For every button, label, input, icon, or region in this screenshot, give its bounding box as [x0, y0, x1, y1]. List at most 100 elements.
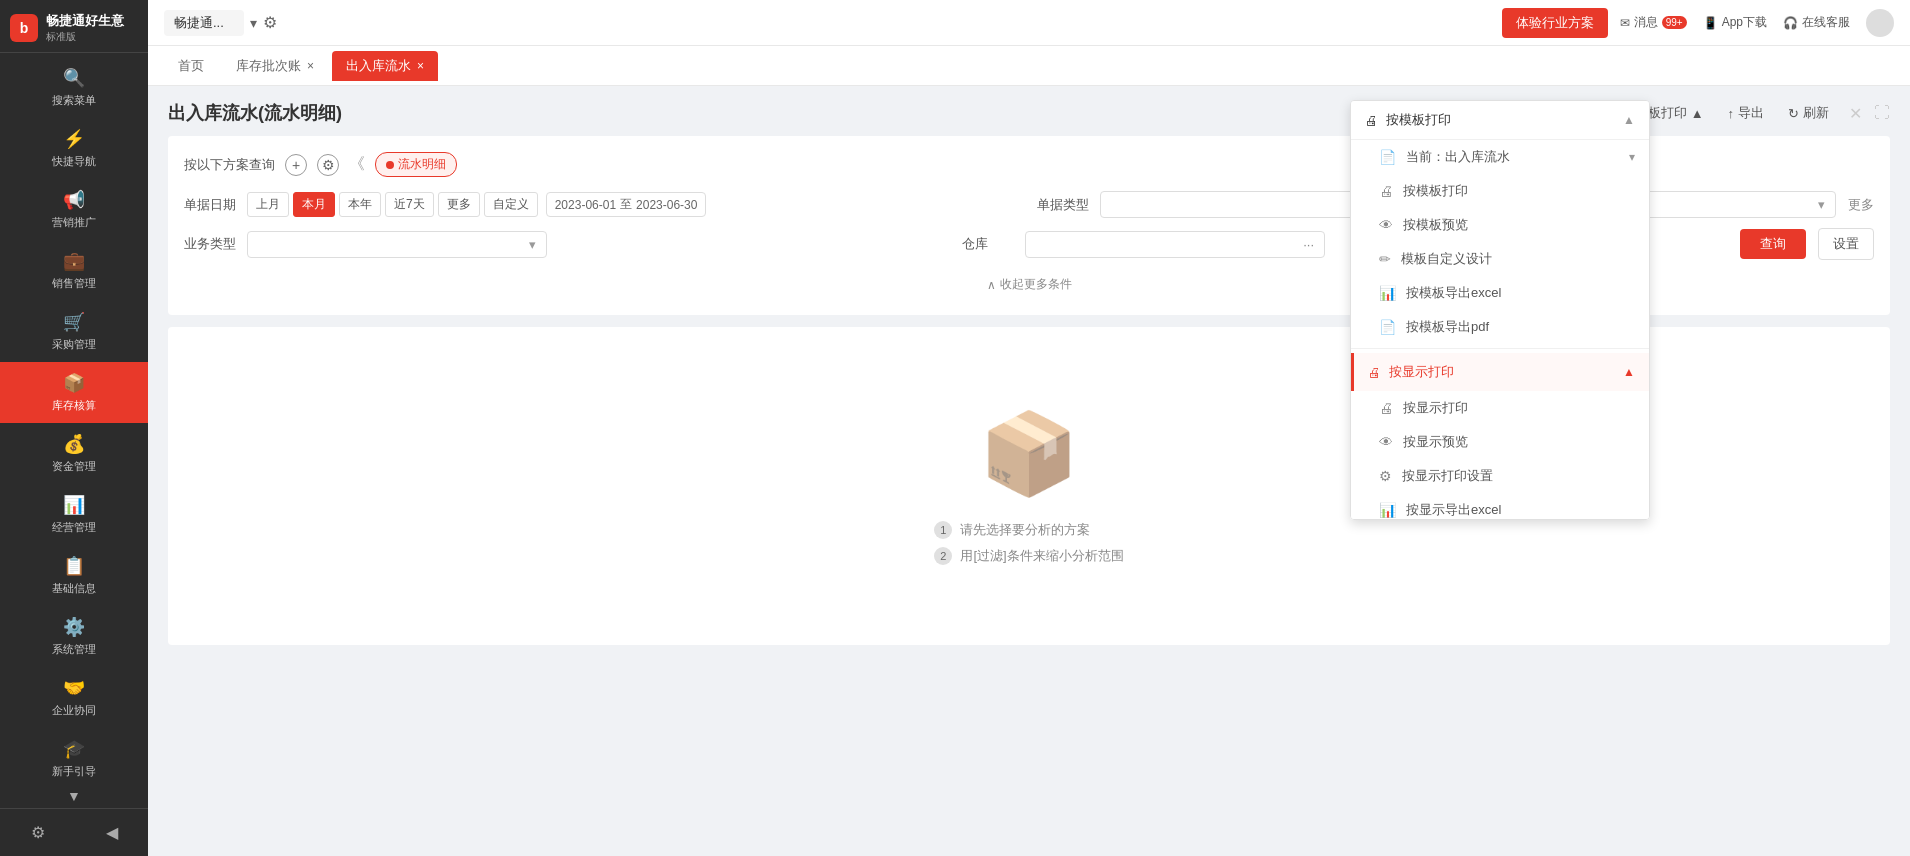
sidebar-collapse-btn[interactable]: ◀ [100, 817, 124, 848]
date-range-start: 2023-06-01 [555, 198, 616, 212]
brand-info: 畅捷通好生意 标准版 [46, 12, 124, 44]
search-collapse-btn[interactable]: 《 [349, 154, 365, 175]
display-export-excel-btn[interactable]: 📊 按显示导出excel [1351, 493, 1649, 520]
brand-sub: 标准版 [46, 30, 124, 44]
date-filter-prev-month[interactable]: 上月 [247, 192, 289, 217]
user-avatar[interactable] [1866, 9, 1894, 37]
template-print-section-header[interactable]: 🖨 按模板打印 ▲ [1351, 101, 1649, 140]
nav-icon-purchase: 🛒 [63, 311, 85, 333]
export-btn[interactable]: ↑ 导出 [1720, 100, 1773, 126]
empty-icon: 📦 [979, 407, 1079, 501]
nav-label-inventory: 库存核算 [52, 398, 96, 413]
date-label: 单据日期 [184, 196, 239, 214]
tab-home[interactable]: 首页 [164, 51, 218, 81]
tp-pdf-icon: 📄 [1379, 319, 1396, 335]
section-divider [1351, 348, 1649, 349]
sidebar-item-finance[interactable]: 💰 资金管理 [0, 423, 148, 484]
date-filter-current-year[interactable]: 本年 [339, 192, 381, 217]
display-print-section-header[interactable]: 🖨 按显示打印 ▲ [1351, 353, 1649, 391]
nav-icon-cooperation: 🤝 [63, 677, 85, 699]
date-range-input[interactable]: 2023-06-01 至 2023-06-30 [546, 192, 707, 217]
tab-flow-close-btn[interactable]: × [417, 59, 424, 73]
date-filter-current-month[interactable]: 本月 [293, 192, 335, 217]
sidebar-settings-btn[interactable]: ⚙ [25, 817, 51, 848]
display-preview-btn[interactable]: 👁 按显示预览 [1351, 425, 1649, 459]
display-section-icon: 🖨 [1368, 365, 1381, 380]
display-print-btn[interactable]: 🖨 按显示打印 [1351, 391, 1649, 425]
tab-batch-account-label: 库存批次账 [236, 57, 301, 75]
nav-label-operation: 经营管理 [52, 520, 96, 535]
collapse-label: 收起更多条件 [1000, 276, 1072, 293]
bill-type-dropdown-icon: ▾ [1818, 197, 1825, 212]
main-area: 畅捷通... ▾ ⚙ 体验行业方案 ✉ 消息 99+ 📱 App下载 🎧 在线客… [148, 0, 1910, 856]
current-template-label[interactable]: 📄 当前：出入库流水 ▾ [1351, 140, 1649, 174]
settings-btn[interactable]: 设置 [1818, 228, 1874, 260]
template-export-pdf-btn[interactable]: 📄 按模板导出pdf [1351, 310, 1649, 344]
search-active-tag[interactable]: 流水明细 [375, 152, 457, 177]
sidebar-item-guide[interactable]: 🎓 新手引导 [0, 728, 148, 784]
bill-type-more-btn[interactable]: 更多 [1848, 196, 1874, 214]
date-filter-last-7-days[interactable]: 近7天 [385, 192, 434, 217]
date-filter-more[interactable]: 更多 [438, 192, 480, 217]
trial-btn[interactable]: 体验行业方案 [1502, 8, 1608, 38]
tab-batch-close-btn[interactable]: × [307, 59, 314, 73]
top-header: 畅捷通... ▾ ⚙ 体验行业方案 ✉ 消息 99+ 📱 App下载 🎧 在线客… [148, 0, 1910, 46]
printer-section-icon: 🖨 [1365, 113, 1378, 128]
query-btn[interactable]: 查询 [1740, 229, 1806, 259]
nav-label-guide: 新手引导 [52, 764, 96, 779]
maximize-btn[interactable]: ⛶ [1874, 104, 1890, 122]
sidebar-nav: 🔍 搜索菜单 ⚡ 快捷导航 📢 营销推广 💼 销售管理 🛒 采购管理 📦 库存核… [0, 53, 148, 784]
sidebar-item-inventory[interactable]: 📦 库存核算 [0, 362, 148, 423]
template-print-btn[interactable]: 🖨 按模板打印 [1351, 174, 1649, 208]
sidebar-item-operation[interactable]: 📊 经营管理 [0, 484, 148, 545]
sidebar: b 畅捷通好生意 标准版 🔍 搜索菜单 ⚡ 快捷导航 📢 营销推广 💼 销售管理… [0, 0, 148, 856]
date-filters: 上月 本月 本年 近7天 更多 自定义 [247, 192, 538, 217]
brand-name: 畅捷通好生意 [46, 12, 124, 30]
sidebar-item-marketing[interactable]: 📢 营销推广 [0, 179, 148, 240]
date-range-end: 2023-06-30 [636, 198, 697, 212]
sidebar-item-sales[interactable]: 💼 销售管理 [0, 240, 148, 301]
sidebar-scroll-down[interactable]: ▼ [0, 784, 148, 808]
search-add-btn[interactable]: + [285, 154, 307, 176]
sidebar-bottom: ⚙ ◀ [0, 808, 148, 856]
display-print-settings-btn[interactable]: ⚙ 按显示打印设置 [1351, 459, 1649, 493]
online-service-btn[interactable]: 🎧 在线客服 [1783, 14, 1850, 31]
date-filter-custom[interactable]: 自定义 [484, 192, 538, 217]
print-dropdown: 🖨 按模板打印 ▲ 📄 当前：出入库流水 ▾ 🖨 按模板打印 👁 按模板预览 ✏ [1350, 100, 1650, 520]
sidebar-item-system[interactable]: ⚙️ 系统管理 [0, 606, 148, 667]
service-icon: 🎧 [1783, 16, 1798, 30]
sidebar-header: b 畅捷通好生意 标准版 [0, 0, 148, 53]
tab-batch-account[interactable]: 库存批次账 × [222, 51, 328, 81]
section-title-display: 🖨 按显示打印 [1368, 363, 1454, 381]
tp-preview-icon: 👁 [1379, 217, 1393, 233]
nav-icon-marketing: 📢 [63, 189, 85, 211]
header-username[interactable]: 畅捷通... [164, 10, 244, 36]
nav-icon-inventory: 📦 [63, 372, 85, 394]
sidebar-item-purchase[interactable]: 🛒 采购管理 [0, 301, 148, 362]
app-download-btn[interactable]: 📱 App下载 [1703, 14, 1767, 31]
tab-close-btn[interactable]: ✕ [1849, 104, 1862, 123]
header-dropdown-icon[interactable]: ▾ [250, 15, 257, 31]
nav-label-search: 搜索菜单 [52, 93, 96, 108]
page-title: 出入库流水(流水明细) [168, 101, 342, 125]
refresh-btn[interactable]: ↻ 刷新 [1780, 100, 1837, 126]
nav-icon-system: ⚙️ [63, 616, 85, 638]
template-preview-btn[interactable]: 👁 按模板预览 [1351, 208, 1649, 242]
header-user-area: 畅捷通... ▾ ⚙ [164, 10, 1490, 36]
warehouse-select[interactable]: ··· [1025, 231, 1325, 258]
sidebar-item-basic[interactable]: 📋 基础信息 [0, 545, 148, 606]
business-type-select[interactable]: ▾ [247, 231, 547, 258]
header-settings-icon[interactable]: ⚙ [263, 13, 277, 32]
tab-flow[interactable]: 出入库流水 × [332, 51, 438, 81]
template-export-excel-btn[interactable]: 📊 按模板导出excel [1351, 276, 1649, 310]
messages-badge: 99+ [1662, 16, 1687, 29]
sidebar-item-search[interactable]: 🔍 搜索菜单 [0, 57, 148, 118]
sidebar-item-cooperation[interactable]: 🤝 企业协同 [0, 667, 148, 728]
messages-btn[interactable]: ✉ 消息 99+ [1620, 14, 1687, 31]
search-settings-btn[interactable]: ⚙ [317, 154, 339, 176]
empty-tip-2: 2 用[过滤]条件来缩小分析范围 [934, 547, 1123, 565]
warehouse-label: 仓库 [962, 235, 1017, 253]
template-custom-btn[interactable]: ✏ 模板自定义设计 [1351, 242, 1649, 276]
sidebar-item-shortcut[interactable]: ⚡ 快捷导航 [0, 118, 148, 179]
nav-label-finance: 资金管理 [52, 459, 96, 474]
